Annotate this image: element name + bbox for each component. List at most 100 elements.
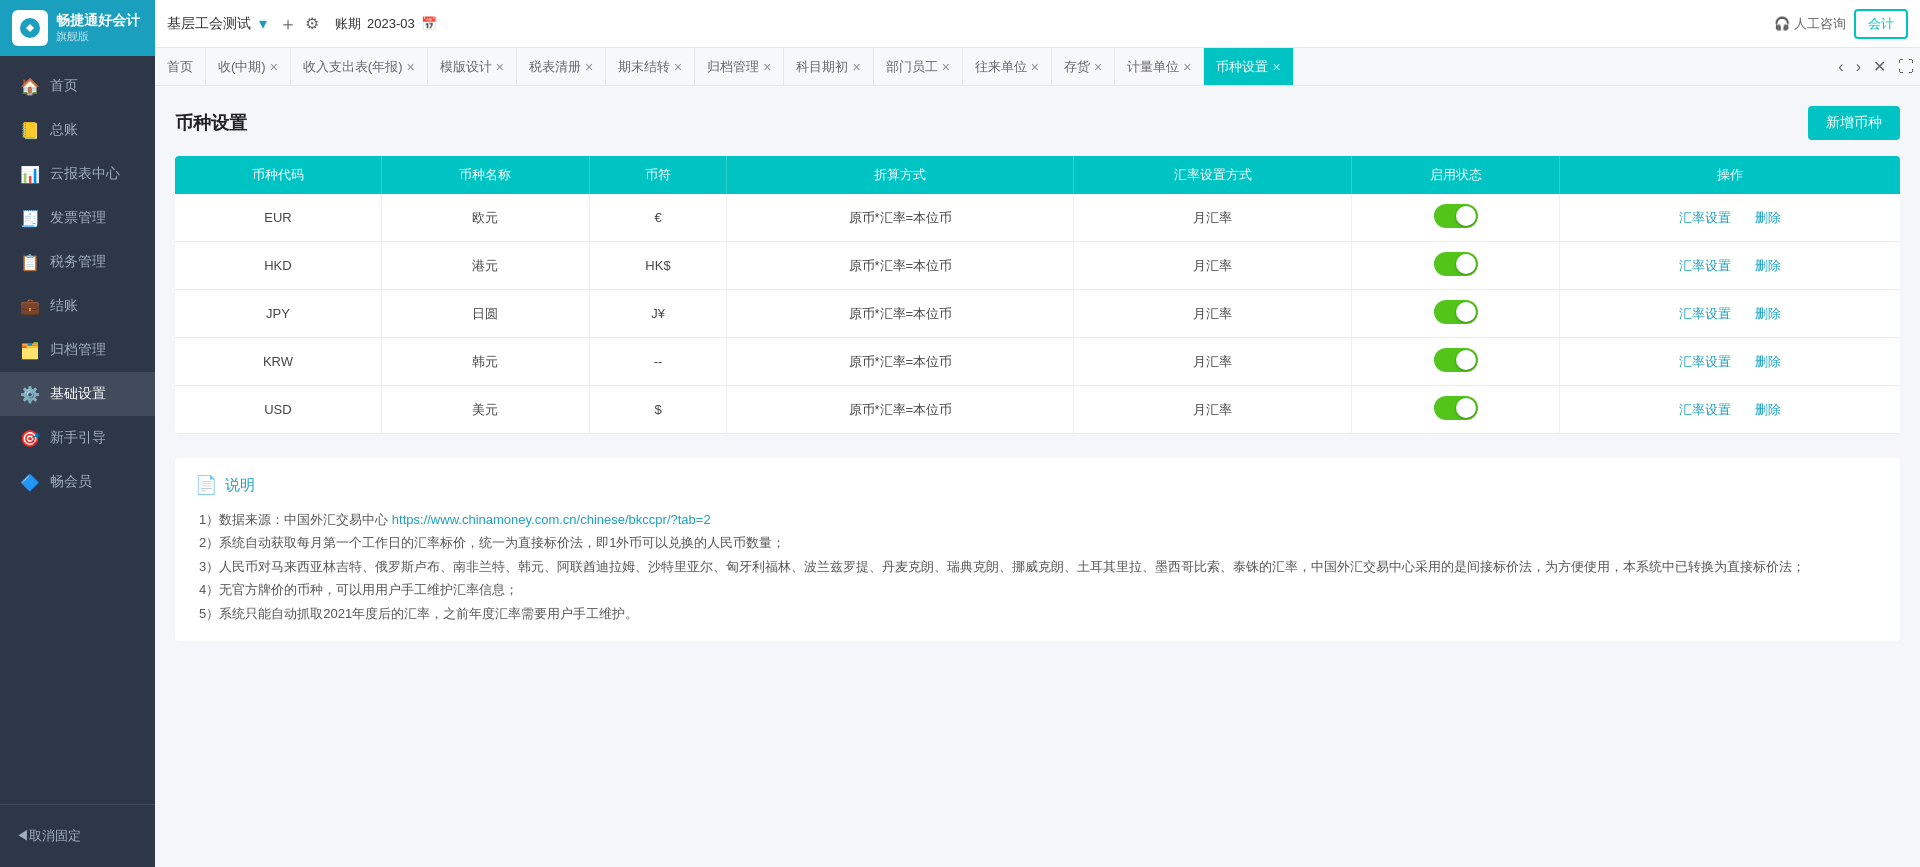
rate-setting-link[interactable]: 汇率设置: [1679, 306, 1731, 321]
account-button[interactable]: 会计: [1854, 9, 1908, 39]
company-name: 基层工会测试: [167, 15, 251, 33]
table-row: HKD 港元 HK$ 原币*汇率=本位币 月汇率 汇率设置 删除: [175, 242, 1900, 290]
enabled-toggle[interactable]: [1434, 300, 1478, 324]
tab-next-button[interactable]: ›: [1850, 48, 1867, 86]
tab-archive[interactable]: 归档管理 ×: [695, 48, 784, 86]
delete-link[interactable]: 删除: [1755, 306, 1781, 321]
tab-income[interactable]: 收入支出表(年报) ×: [291, 48, 428, 86]
tab-expand-button[interactable]: ⛶: [1892, 48, 1920, 86]
company-dropdown-icon[interactable]: ▾: [259, 14, 267, 33]
tab-template[interactable]: 模版设计 ×: [428, 48, 517, 86]
sidebar-item-closing[interactable]: 💼 结账: [0, 284, 155, 328]
help-button[interactable]: 🎧 人工咨询: [1774, 15, 1846, 33]
add-company-icon[interactable]: ＋: [279, 12, 297, 36]
cell-calc: 原币*汇率=本位币: [727, 242, 1074, 290]
tab-unit[interactable]: 计量单位 ×: [1115, 48, 1204, 86]
topbar: 基层工会测试 ▾ ＋ ⚙ 账期 2023-03 📅 🎧 人工咨询 会计: [155, 0, 1920, 48]
tab-inventory[interactable]: 存货 ×: [1052, 48, 1115, 86]
col-name: 币种名称: [381, 156, 589, 194]
sidebar-item-guide[interactable]: 🎯 新手引导: [0, 416, 155, 460]
sidebar-item-member[interactable]: 🔷 畅会员: [0, 460, 155, 504]
tab-close-icon[interactable]: ×: [407, 59, 415, 75]
calendar-icon[interactable]: 📅: [421, 16, 437, 31]
tab-close-icon[interactable]: ×: [585, 59, 593, 75]
tab-close-icon[interactable]: ×: [1183, 59, 1191, 75]
tab-close-icon[interactable]: ×: [674, 59, 682, 75]
enabled-toggle[interactable]: [1434, 204, 1478, 228]
tab-customers[interactable]: 往来单位 ×: [963, 48, 1052, 86]
cell-rate-type: 月汇率: [1074, 386, 1352, 434]
tab-subject-init[interactable]: 科目期初 ×: [784, 48, 873, 86]
cell-actions: 汇率设置 删除: [1560, 194, 1900, 242]
cell-name: 美元: [381, 386, 589, 434]
tab-label: 科目期初: [796, 58, 848, 76]
tab-close-icon[interactable]: ×: [1272, 59, 1280, 75]
cell-rate-type: 月汇率: [1074, 242, 1352, 290]
logo-sub: 旗舰版: [56, 29, 140, 44]
tab-prev-button[interactable]: ‹: [1832, 48, 1849, 86]
enabled-toggle[interactable]: [1434, 396, 1478, 420]
cell-actions: 汇率设置 删除: [1560, 338, 1900, 386]
delete-link[interactable]: 删除: [1755, 210, 1781, 225]
cell-calc: 原币*汇率=本位币: [727, 290, 1074, 338]
cell-calc: 原币*汇率=本位币: [727, 386, 1074, 434]
tab-balance[interactable]: 收(中期) ×: [206, 48, 291, 86]
tab-dept-staff[interactable]: 部门员工 ×: [874, 48, 963, 86]
tab-close-icon[interactable]: ×: [852, 59, 860, 75]
sidebar-item-reports[interactable]: 📊 云报表中心: [0, 152, 155, 196]
notes-link[interactable]: https://www.chinamoney.com.cn/chinese/bk…: [392, 512, 711, 527]
tab-label: 收(中期): [218, 58, 266, 76]
delete-link[interactable]: 删除: [1755, 354, 1781, 369]
notes-item: 3）人民币对马来西亚林吉特、俄罗斯卢布、南非兰特、韩元、阿联酋迪拉姆、沙特里亚尔…: [195, 555, 1880, 578]
rate-setting-link[interactable]: 汇率设置: [1679, 210, 1731, 225]
settings-icon[interactable]: ⚙: [305, 14, 319, 33]
rate-setting-link[interactable]: 汇率设置: [1679, 354, 1731, 369]
tab-close-icon[interactable]: ×: [1094, 59, 1102, 75]
table-row: USD 美元 $ 原币*汇率=本位币 月汇率 汇率设置 删除: [175, 386, 1900, 434]
headset-icon: 🎧: [1774, 16, 1790, 31]
cell-symbol: J¥: [589, 290, 727, 338]
tab-close-icon[interactable]: ×: [270, 59, 278, 75]
tab-tax-clear[interactable]: 税表清册 ×: [517, 48, 606, 86]
enabled-toggle[interactable]: [1434, 348, 1478, 372]
tab-label: 往来单位: [975, 58, 1027, 76]
cell-name: 欧元: [381, 194, 589, 242]
enabled-toggle[interactable]: [1434, 252, 1478, 276]
tab-close-icon[interactable]: ×: [1031, 59, 1039, 75]
tab-label: 期末结转: [618, 58, 670, 76]
page-content: 币种设置 新增币种 币种代码 币种名称 币符 折算方式 汇率设置方式 启用状态 …: [155, 86, 1920, 867]
tabbar-nav: ‹ › ✕ ⛶: [1832, 48, 1920, 86]
period-info: 账期 2023-03 📅: [335, 15, 437, 33]
tab-label: 计量单位: [1127, 58, 1179, 76]
sidebar-item-label: 畅会员: [50, 473, 92, 491]
sidebar-item-basic[interactable]: ⚙️ 基础设置: [0, 372, 155, 416]
tab-home[interactable]: 首页: [155, 48, 206, 86]
topbar-right: 🎧 人工咨询 会计: [1774, 9, 1908, 39]
rate-setting-link[interactable]: 汇率设置: [1679, 258, 1731, 273]
sidebar-item-invoice[interactable]: 🧾 发票管理: [0, 196, 155, 240]
tab-currency[interactable]: 币种设置 ×: [1204, 48, 1293, 86]
tab-close-icon[interactable]: ×: [496, 59, 504, 75]
help-label: 人工咨询: [1794, 15, 1846, 33]
new-currency-button[interactable]: 新增币种: [1808, 106, 1900, 140]
sidebar-item-tax[interactable]: 📋 税务管理: [0, 240, 155, 284]
sidebar-nav: 🏠 首页 📒 总账 📊 云报表中心 🧾 发票管理 📋 税务管理 💼 结账 🗂️ …: [0, 56, 155, 804]
pin-button[interactable]: ◀取消固定: [0, 817, 155, 855]
sidebar-item-archive[interactable]: 🗂️ 归档管理: [0, 328, 155, 372]
tab-close-all-button[interactable]: ✕: [1867, 48, 1892, 86]
tab-label: 税表清册: [529, 58, 581, 76]
delete-link[interactable]: 删除: [1755, 258, 1781, 273]
tab-period-close[interactable]: 期末结转 ×: [606, 48, 695, 86]
sidebar-item-home[interactable]: 🏠 首页: [0, 64, 155, 108]
invoice-icon: 🧾: [20, 208, 40, 228]
tab-close-icon[interactable]: ×: [763, 59, 771, 75]
tab-close-icon[interactable]: ×: [942, 59, 950, 75]
col-code: 币种代码: [175, 156, 381, 194]
delete-link[interactable]: 删除: [1755, 402, 1781, 417]
notes-section: 📄 说明 1）数据来源：中国外汇交易中心 https://www.chinamo…: [175, 458, 1900, 641]
rate-setting-link[interactable]: 汇率设置: [1679, 402, 1731, 417]
sidebar-item-ledger[interactable]: 📒 总账: [0, 108, 155, 152]
member-icon: 🔷: [20, 472, 40, 492]
cell-rate-type: 月汇率: [1074, 338, 1352, 386]
tab-label: 收入支出表(年报): [303, 58, 403, 76]
